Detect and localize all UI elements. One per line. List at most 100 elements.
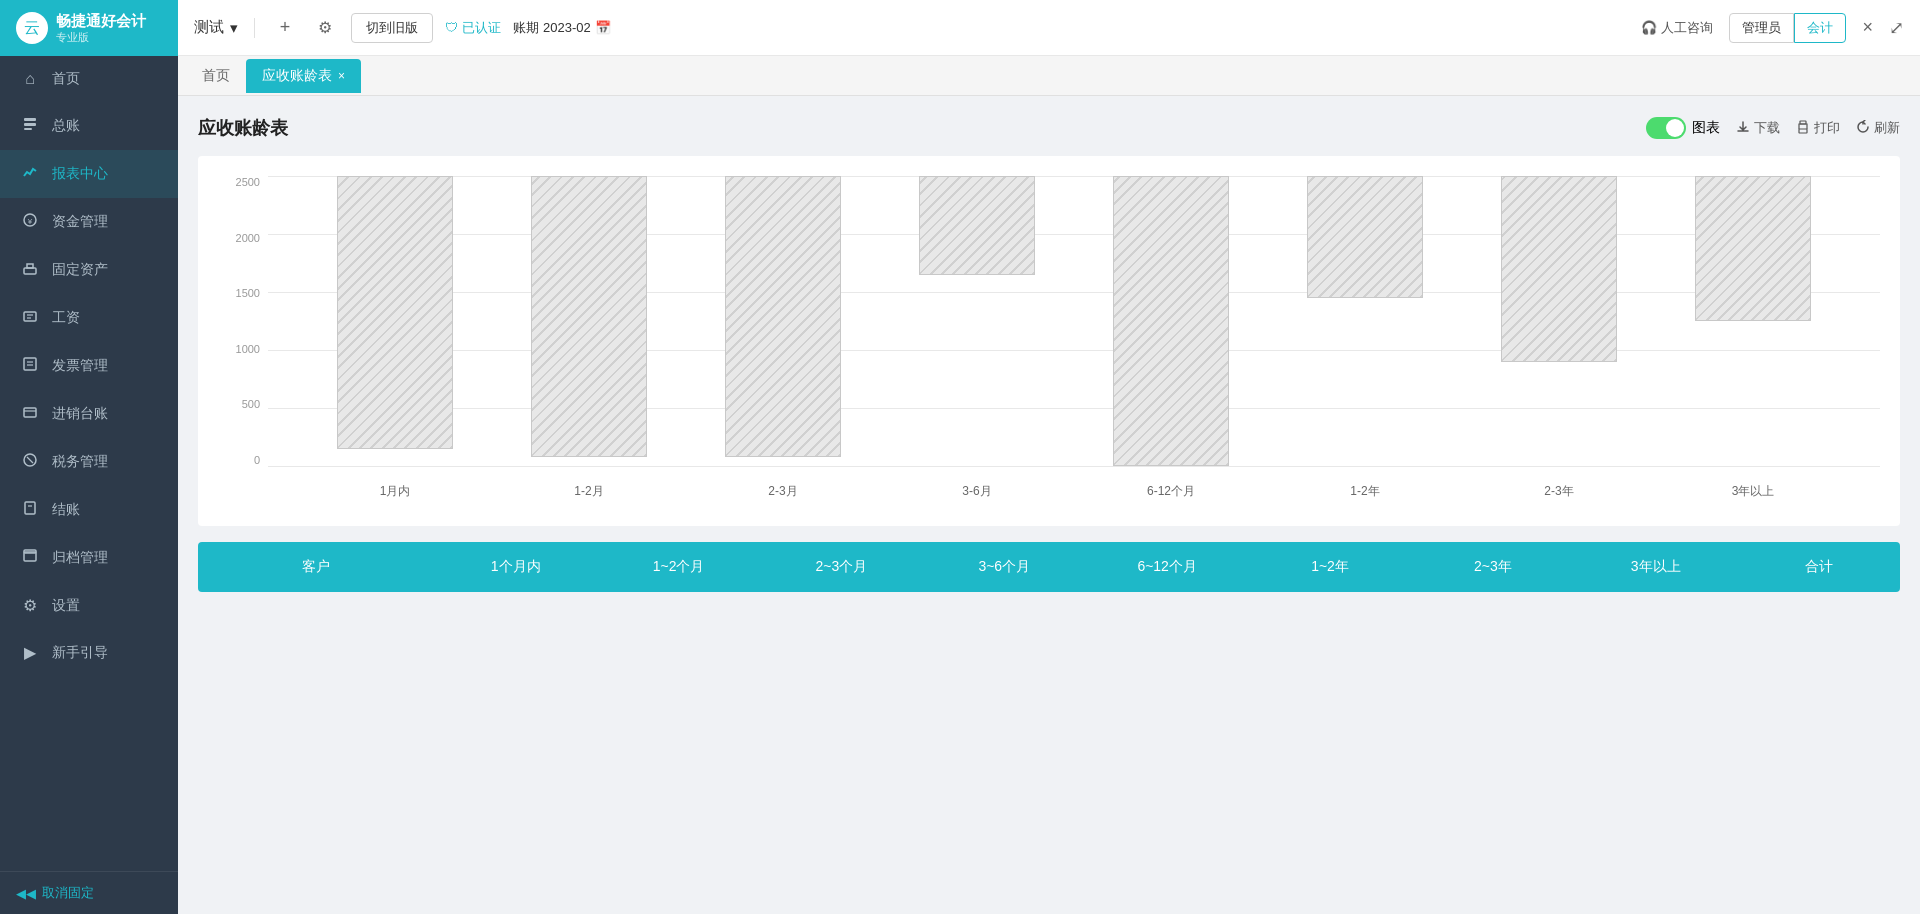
tab-home[interactable]: 首页 (186, 59, 246, 93)
sidebar-pin-button[interactable]: ◀◀ 取消固定 (0, 871, 178, 914)
print-button[interactable]: 打印 (1796, 119, 1840, 137)
sidebar-item-beginner-guide[interactable]: ▶ 新手引导 (0, 629, 178, 676)
sidebar-item-sales-purchase[interactable]: 进销台账 (0, 390, 178, 438)
calendar-icon[interactable]: 📅 (595, 20, 611, 35)
tab-aging-report[interactable]: 应收账龄表 × (246, 59, 361, 93)
sidebar-item-reports[interactable]: 报表中心 (0, 150, 178, 198)
bar-group-6-12month (1074, 176, 1268, 466)
col-2-3month: 2~3个月 (760, 542, 923, 592)
page-content: 应收账龄表 图表 下载 打 (178, 96, 1920, 914)
refresh-button[interactable]: 刷新 (1856, 119, 1900, 137)
sidebar-item-closing[interactable]: 结账 (0, 486, 178, 534)
page-actions: 图表 下载 打印 刷新 (1646, 117, 1900, 139)
accounting-period: 账期 2023-02 📅 (513, 19, 611, 37)
bar-2-3month (725, 176, 841, 457)
print-label: 打印 (1814, 119, 1840, 137)
col-1month: 1个月内 (434, 542, 597, 592)
y-label-500: 500 (242, 398, 260, 410)
user-role-buttons: 管理员 会计 (1729, 13, 1846, 43)
sidebar-item-tax[interactable]: 税务管理 (0, 438, 178, 486)
pin-icon: ◀◀ (16, 886, 36, 901)
sidebar-item-fund[interactable]: ¥ 资金管理 (0, 198, 178, 246)
sidebar-item-general-ledger[interactable]: 总账 (0, 102, 178, 150)
x-label-3-6month: 3-6月 (880, 483, 1074, 500)
download-button[interactable]: 下载 (1736, 119, 1780, 137)
app-logo-icon: 云 (16, 12, 48, 44)
expand-button[interactable]: ⤢ (1889, 17, 1904, 39)
main-area: 测试 ▾ + ⚙ 切到旧版 🛡 已认证 账期 2023-02 📅 🎧 人工咨询 … (178, 0, 1920, 914)
sidebar-item-invoice[interactable]: 发票管理 (0, 342, 178, 390)
aging-table: 客户 1个月内 1~2个月 2~3个月 3~6个月 6~12个月 1~2年 2~… (198, 542, 1900, 592)
x-label-1-2month: 1-2月 (492, 483, 686, 500)
download-icon (1736, 120, 1750, 137)
sidebar-item-home[interactable]: ⌂ 首页 (0, 56, 178, 102)
beginner-guide-icon: ▶ (20, 643, 40, 662)
bar-group-2-3month (686, 176, 880, 466)
x-axis: 1月内 1-2月 2-3月 3-6月 6-12个月 1-2年 2-3年 3年以上 (268, 466, 1880, 516)
app-name-block: 畅捷通好会计 专业版 (56, 12, 146, 45)
tab-aging-report-label: 应收账龄表 (262, 67, 332, 85)
period-label: 账期 (513, 19, 539, 37)
app-name: 畅捷通好会计 (56, 12, 146, 30)
user-button[interactable]: 管理员 (1729, 13, 1794, 43)
ledger-icon (20, 116, 40, 136)
bar-1month (337, 176, 453, 449)
sidebar-label-reports: 报表中心 (52, 165, 108, 183)
app-edition: 专业版 (56, 30, 146, 45)
page-title: 应收账龄表 (198, 116, 288, 140)
bar-2-3year (1501, 176, 1617, 362)
sidebar-label-fixed-assets: 固定资产 (52, 261, 108, 279)
bar-1-2month (531, 176, 647, 457)
chart-container: 2500 2000 1500 1000 500 0 (198, 156, 1900, 526)
switch-track[interactable] (1646, 117, 1686, 139)
topbar-settings-button[interactable]: ⚙ (311, 14, 339, 42)
sidebar-item-settings[interactable]: ⚙ 设置 (0, 582, 178, 629)
payroll-icon (20, 308, 40, 328)
tab-close-icon[interactable]: × (338, 69, 345, 83)
chart-toggle[interactable]: 图表 (1646, 117, 1720, 139)
download-label: 下载 (1754, 119, 1780, 137)
sidebar-label-payroll: 工资 (52, 309, 80, 327)
switch-version-button[interactable]: 切到旧版 (351, 13, 433, 43)
bar-group-2-3year (1462, 176, 1656, 466)
headset-icon: 🎧 (1641, 20, 1657, 35)
sidebar-logo: 云 畅捷通好会计 专业版 (0, 0, 178, 56)
bar-6-12month (1113, 176, 1229, 466)
bar-group-1-2year (1268, 176, 1462, 466)
sidebar-label-closing: 结账 (52, 501, 80, 519)
fixed-assets-icon (20, 260, 40, 280)
svg-rect-6 (27, 264, 33, 268)
sidebar-item-archive[interactable]: 归档管理 (0, 534, 178, 582)
consult-button[interactable]: 🎧 人工咨询 (1641, 19, 1713, 37)
closing-icon (20, 500, 40, 520)
y-label-1500: 1500 (236, 287, 260, 299)
switch-thumb (1666, 119, 1684, 137)
svg-rect-1 (24, 123, 36, 126)
tab-bar: 首页 应收账龄表 × (178, 56, 1920, 96)
sidebar-label-general-ledger: 总账 (52, 117, 80, 135)
svg-rect-13 (24, 408, 36, 417)
topbar: 测试 ▾ + ⚙ 切到旧版 🛡 已认证 账期 2023-02 📅 🎧 人工咨询 … (178, 0, 1920, 56)
bar-3yearplus (1695, 176, 1811, 321)
sidebar-item-fixed-assets[interactable]: 固定资产 (0, 246, 178, 294)
close-button[interactable]: × (1862, 17, 1873, 38)
role-button[interactable]: 会计 (1794, 13, 1846, 43)
svg-rect-10 (24, 358, 36, 370)
sidebar-label-invoice: 发票管理 (52, 357, 108, 375)
consult-label: 人工咨询 (1661, 19, 1713, 37)
bar-3-6month (919, 176, 1035, 275)
y-label-2500: 2500 (236, 176, 260, 188)
x-label-1-2year: 1-2年 (1268, 483, 1462, 500)
bar-group-3yearplus (1656, 176, 1850, 466)
shield-icon: 🛡 (445, 20, 458, 35)
add-project-button[interactable]: + (271, 14, 299, 42)
sidebar-label-sales-purchase: 进销台账 (52, 405, 108, 423)
fund-icon: ¥ (20, 212, 40, 232)
verified-badge: 🛡 已认证 (445, 19, 501, 37)
project-selector[interactable]: 测试 ▾ (194, 18, 238, 37)
table-header: 客户 1个月内 1~2个月 2~3个月 3~6个月 6~12个月 1~2年 2~… (198, 542, 1900, 592)
sidebar-label-home: 首页 (52, 70, 80, 88)
topbar-right: 🎧 人工咨询 管理员 会计 × ⤢ (1641, 13, 1904, 43)
reports-icon (20, 164, 40, 184)
sidebar-item-payroll[interactable]: 工资 (0, 294, 178, 342)
